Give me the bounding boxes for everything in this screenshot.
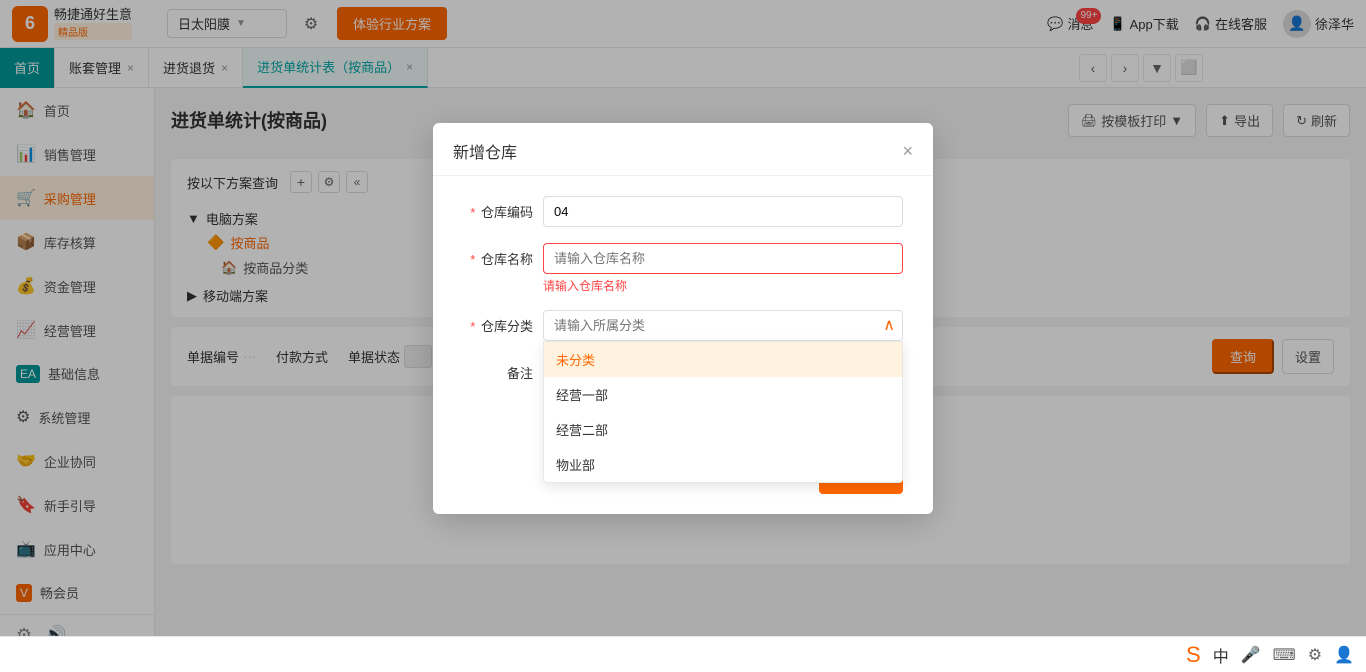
dropdown-item-uncategorized[interactable]: 未分类 — [544, 342, 902, 377]
name-input-wrap: 请输入仓库名称 — [543, 243, 903, 294]
name-label: * 仓库名称 — [463, 243, 533, 268]
code-form-row: * 仓库编码 — [463, 196, 903, 227]
category-form-row: * 仓库分类 ∧ 未分类 经营一部 经营二部 物业部 — [463, 310, 903, 341]
modal-header: 新增仓库 × — [433, 123, 933, 176]
modal-body: * 仓库编码 * 仓库名称 请输入仓库名称 — [433, 176, 933, 448]
modal-title: 新增仓库 — [453, 139, 517, 163]
dropdown-item-property[interactable]: 物业部 — [544, 447, 902, 482]
bottom-settings-icon[interactable]: ⚙ — [1308, 645, 1322, 665]
code-label: * 仓库编码 — [463, 196, 533, 221]
note-label: 备注 — [463, 357, 533, 382]
category-dropdown: 未分类 经营一部 经营二部 物业部 — [543, 341, 903, 483]
category-arrow-icon[interactable]: ∧ — [883, 315, 895, 335]
new-warehouse-modal: 新增仓库 × * 仓库编码 * 仓库名称 — [433, 123, 933, 514]
modal-close-icon[interactable]: × — [902, 142, 913, 160]
modal-overlay: 新增仓库 × * 仓库编码 * 仓库名称 — [0, 0, 1366, 636]
category-label: * 仓库分类 — [463, 310, 533, 335]
name-input[interactable] — [543, 243, 903, 274]
name-form-row: * 仓库名称 请输入仓库名称 — [463, 243, 903, 294]
bottom-user-icon[interactable]: 👤 — [1334, 645, 1354, 665]
category-input[interactable] — [543, 310, 903, 341]
bottom-keyboard-icon[interactable]: ⌨ — [1273, 645, 1296, 665]
bottom-zh-icon[interactable]: 中 — [1213, 643, 1229, 667]
code-input-wrap — [543, 196, 903, 227]
name-error-msg: 请输入仓库名称 — [543, 277, 903, 294]
bottom-mic-icon[interactable]: 🎤 — [1241, 645, 1261, 665]
category-select-wrap: ∧ 未分类 经营一部 经营二部 物业部 — [543, 310, 903, 341]
code-input[interactable] — [543, 196, 903, 227]
dropdown-item-dept1[interactable]: 经营一部 — [544, 377, 902, 412]
dropdown-item-dept2[interactable]: 经营二部 — [544, 412, 902, 447]
bottom-bar: S 中 🎤 ⌨ ⚙ 👤 — [0, 636, 1366, 672]
bottom-logo-icon: S — [1186, 642, 1201, 668]
